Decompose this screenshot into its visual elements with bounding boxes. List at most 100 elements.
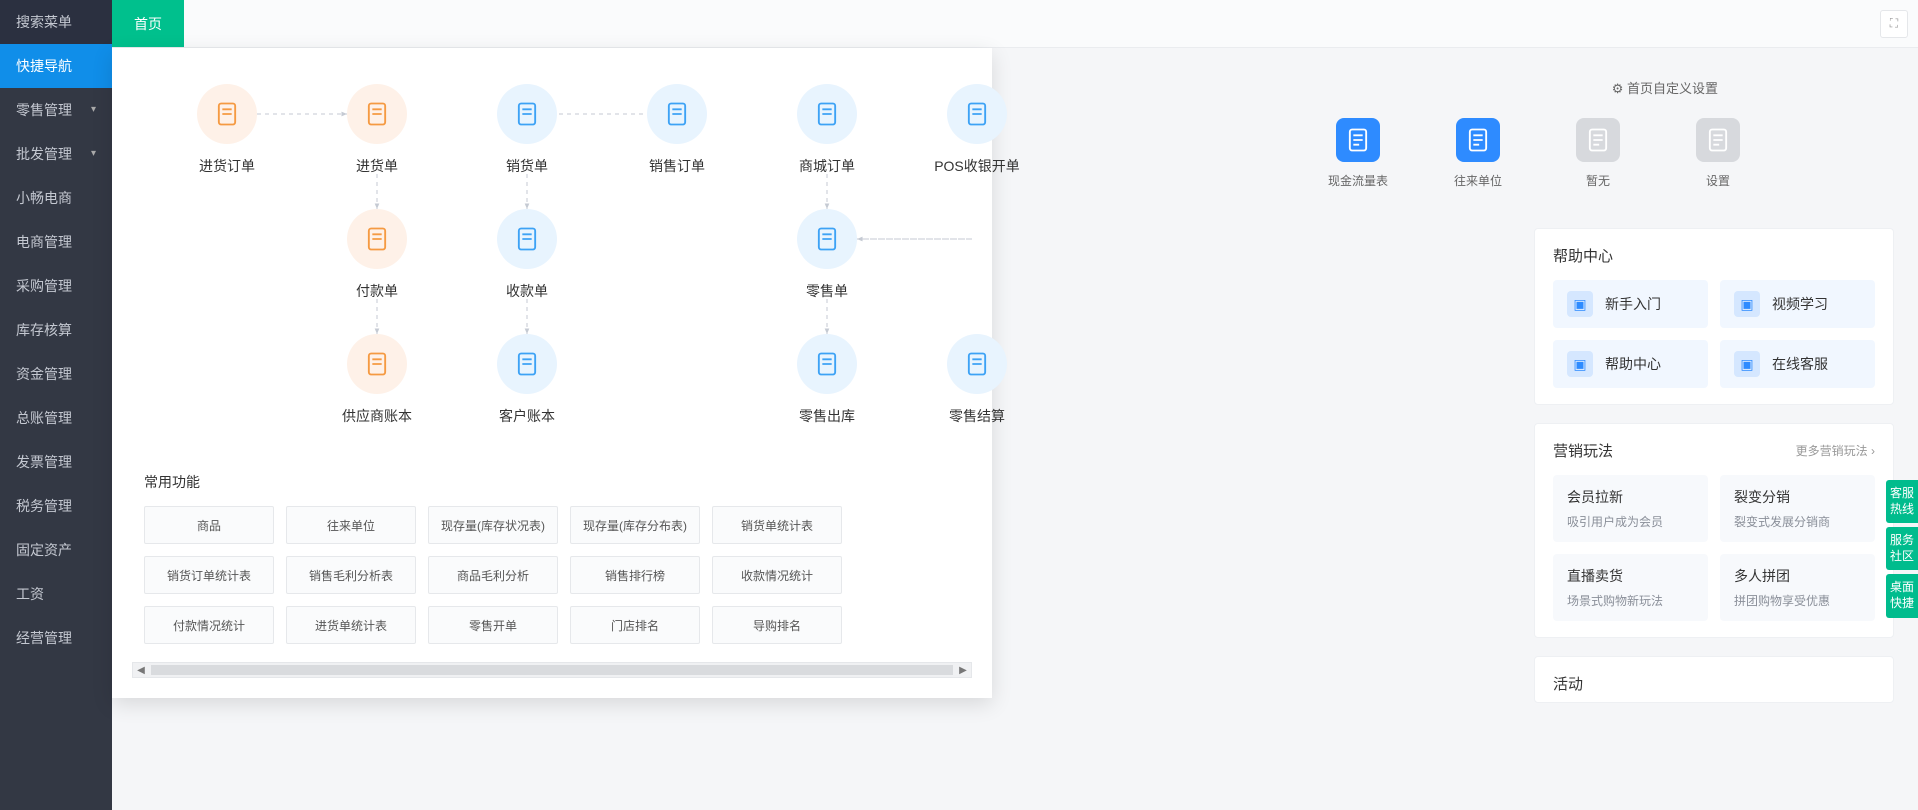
- flow-node[interactable]: 进货订单: [152, 84, 302, 176]
- sidebar-item[interactable]: 经营管理: [0, 616, 112, 660]
- common-function-button[interactable]: 收款情况统计: [712, 556, 842, 594]
- doc-icon: ▣: [1567, 351, 1593, 377]
- flow-node[interactable]: 零售出库: [752, 334, 902, 426]
- flow-node[interactable]: 销售订单: [602, 84, 752, 176]
- help-item[interactable]: ▣新手入门: [1553, 280, 1708, 328]
- list-icon: [647, 84, 707, 144]
- sidebar-search[interactable]: 搜索菜单: [0, 0, 112, 44]
- common-function-button[interactable]: 现存量(库存分布表): [570, 506, 700, 544]
- marketing-item-sub: 裂变式发展分销商: [1734, 513, 1861, 530]
- common-function-button[interactable]: 商品毛利分析: [428, 556, 558, 594]
- sidebar-item[interactable]: 发票管理: [0, 440, 112, 484]
- common-function-button[interactable]: 商品: [144, 506, 274, 544]
- gear-icon: [1696, 118, 1740, 162]
- flow-node[interactable]: POS收银开单: [902, 84, 1052, 176]
- fullscreen-button[interactable]: ⛶: [1880, 10, 1908, 38]
- sidebar-item[interactable]: 采购管理: [0, 264, 112, 308]
- sidebar-item-label: 资金管理: [16, 352, 72, 396]
- sidebar-item[interactable]: 库存核算: [0, 308, 112, 352]
- sidebar-item-label: 采购管理: [16, 264, 72, 308]
- flow-node-label: 零售结算: [902, 406, 1052, 426]
- home-custom-settings-link[interactable]: ⚙ 首页自定义设置: [1612, 78, 1718, 97]
- sidebar-item[interactable]: 固定资产: [0, 528, 112, 572]
- sidebar-item[interactable]: 快捷导航: [0, 44, 112, 88]
- sidebar-item[interactable]: 工资: [0, 572, 112, 616]
- shortcut-item[interactable]: 暂无: [1568, 118, 1628, 189]
- marketing-item-title: 直播卖货: [1567, 566, 1694, 586]
- common-function-button[interactable]: 销售毛利分析表: [286, 556, 416, 594]
- marketing-item[interactable]: 多人拼团拼团购物享受优惠: [1720, 554, 1875, 621]
- common-function-button[interactable]: 销货单统计表: [712, 506, 842, 544]
- marketing-item[interactable]: 会员拉新吸引用户成为会员: [1553, 475, 1708, 542]
- flow-node[interactable]: 零售单: [752, 209, 902, 301]
- scroll-left-arrow[interactable]: ◀: [133, 665, 149, 676]
- flow-node[interactable]: 进货单: [302, 84, 452, 176]
- sidebar-item-label: 零售管理: [16, 88, 72, 132]
- flow-node[interactable]: 收款单: [452, 209, 602, 301]
- horizontal-scrollbar[interactable]: ◀ ▶: [132, 662, 972, 678]
- quick-nav-flyout: 进货订单进货单销货单销售订单商城订单POS收银开单付款单收款单零售单供应商账本客…: [112, 48, 992, 698]
- scroll-right-arrow[interactable]: ▶: [955, 665, 971, 676]
- yen-doc-icon: [797, 209, 857, 269]
- floating-tag[interactable]: 服务社区: [1886, 527, 1918, 570]
- marketing-item-sub: 拼团购物享受优惠: [1734, 592, 1861, 609]
- flow-node[interactable]: 零售结算: [902, 334, 1052, 426]
- floating-tag[interactable]: 客服热线: [1886, 480, 1918, 523]
- sidebar-item[interactable]: 批发管理▾: [0, 132, 112, 176]
- marketing-item-title: 会员拉新: [1567, 487, 1694, 507]
- settle-icon: [947, 334, 1007, 394]
- fullscreen-icon: ⛶: [1890, 16, 1898, 31]
- shortcut-label: 往来单位: [1448, 172, 1508, 189]
- sidebar-item[interactable]: 资金管理: [0, 352, 112, 396]
- help-item[interactable]: ▣ 帮助中心: [1553, 340, 1708, 388]
- common-function-button[interactable]: 进货单统计表: [286, 606, 416, 644]
- checklist-icon: ▣: [1567, 291, 1593, 317]
- sidebar-item[interactable]: 小畅电商: [0, 176, 112, 220]
- common-function-button[interactable]: 付款情况统计: [144, 606, 274, 644]
- sidebar-item-label: 经营管理: [16, 616, 72, 660]
- marketing-more-link[interactable]: 更多营销玩法 ›: [1796, 442, 1875, 459]
- common-function-button[interactable]: 零售开单: [428, 606, 558, 644]
- flow-node[interactable]: 付款单: [302, 209, 452, 301]
- doc-in-icon: [197, 84, 257, 144]
- common-function-button[interactable]: 销货订单统计表: [144, 556, 274, 594]
- flow-node-label: 进货单: [302, 156, 452, 176]
- marketing-item-sub: 吸引用户成为会员: [1567, 513, 1694, 530]
- common-function-button[interactable]: 销售排行榜: [570, 556, 700, 594]
- shortcut-item[interactable]: 设置: [1688, 118, 1748, 189]
- shortcut-item[interactable]: 现金流量表: [1328, 118, 1388, 189]
- sidebar-item[interactable]: 电商管理: [0, 220, 112, 264]
- flow-node[interactable]: 供应商账本: [302, 334, 452, 426]
- flow-node-label: 进货订单: [152, 156, 302, 176]
- common-function-button[interactable]: 往来单位: [286, 506, 416, 544]
- shortcut-label: 现金流量表: [1328, 172, 1388, 189]
- help-item-label: 视频学习: [1772, 294, 1828, 314]
- help-item-label: 帮助中心: [1605, 354, 1661, 374]
- shortcut-item[interactable]: 往来单位: [1448, 118, 1508, 189]
- common-function-button[interactable]: 导购排名: [712, 606, 842, 644]
- floating-tag[interactable]: 桌面快捷: [1886, 574, 1918, 617]
- tab-home[interactable]: 首页: [112, 0, 184, 47]
- shortcut-label: 暂无: [1568, 172, 1628, 189]
- sidebar-item[interactable]: 总账管理: [0, 396, 112, 440]
- common-function-button[interactable]: 现存量(库存状况表): [428, 506, 558, 544]
- doc-out-icon: [347, 84, 407, 144]
- chevron-down-icon: ▾: [91, 132, 96, 176]
- flow-node[interactable]: 商城订单: [752, 84, 902, 176]
- common-functions-title: 常用功能: [144, 472, 972, 492]
- sidebar-item[interactable]: 零售管理 ▾: [0, 88, 112, 132]
- flow-node[interactable]: 销货单: [452, 84, 602, 176]
- flow-node-label: 客户账本: [452, 406, 602, 426]
- flow-node[interactable]: 客户账本: [452, 334, 602, 426]
- flow-node-label: 商城订单: [752, 156, 902, 176]
- chevron-down-icon: ▾: [91, 88, 96, 132]
- common-function-button[interactable]: 门店排名: [570, 606, 700, 644]
- marketing-item[interactable]: 裂变分销裂变式发展分销商: [1720, 475, 1875, 542]
- help-item[interactable]: ▣在线客服: [1720, 340, 1875, 388]
- customer-icon: [497, 334, 557, 394]
- marketing-title: 营销玩法: [1553, 440, 1613, 461]
- marketing-item[interactable]: 直播卖货场景式购物新玩法: [1553, 554, 1708, 621]
- scroll-thumb[interactable]: [151, 665, 953, 675]
- help-item[interactable]: ▣视频学习: [1720, 280, 1875, 328]
- sidebar-item[interactable]: 税务管理: [0, 484, 112, 528]
